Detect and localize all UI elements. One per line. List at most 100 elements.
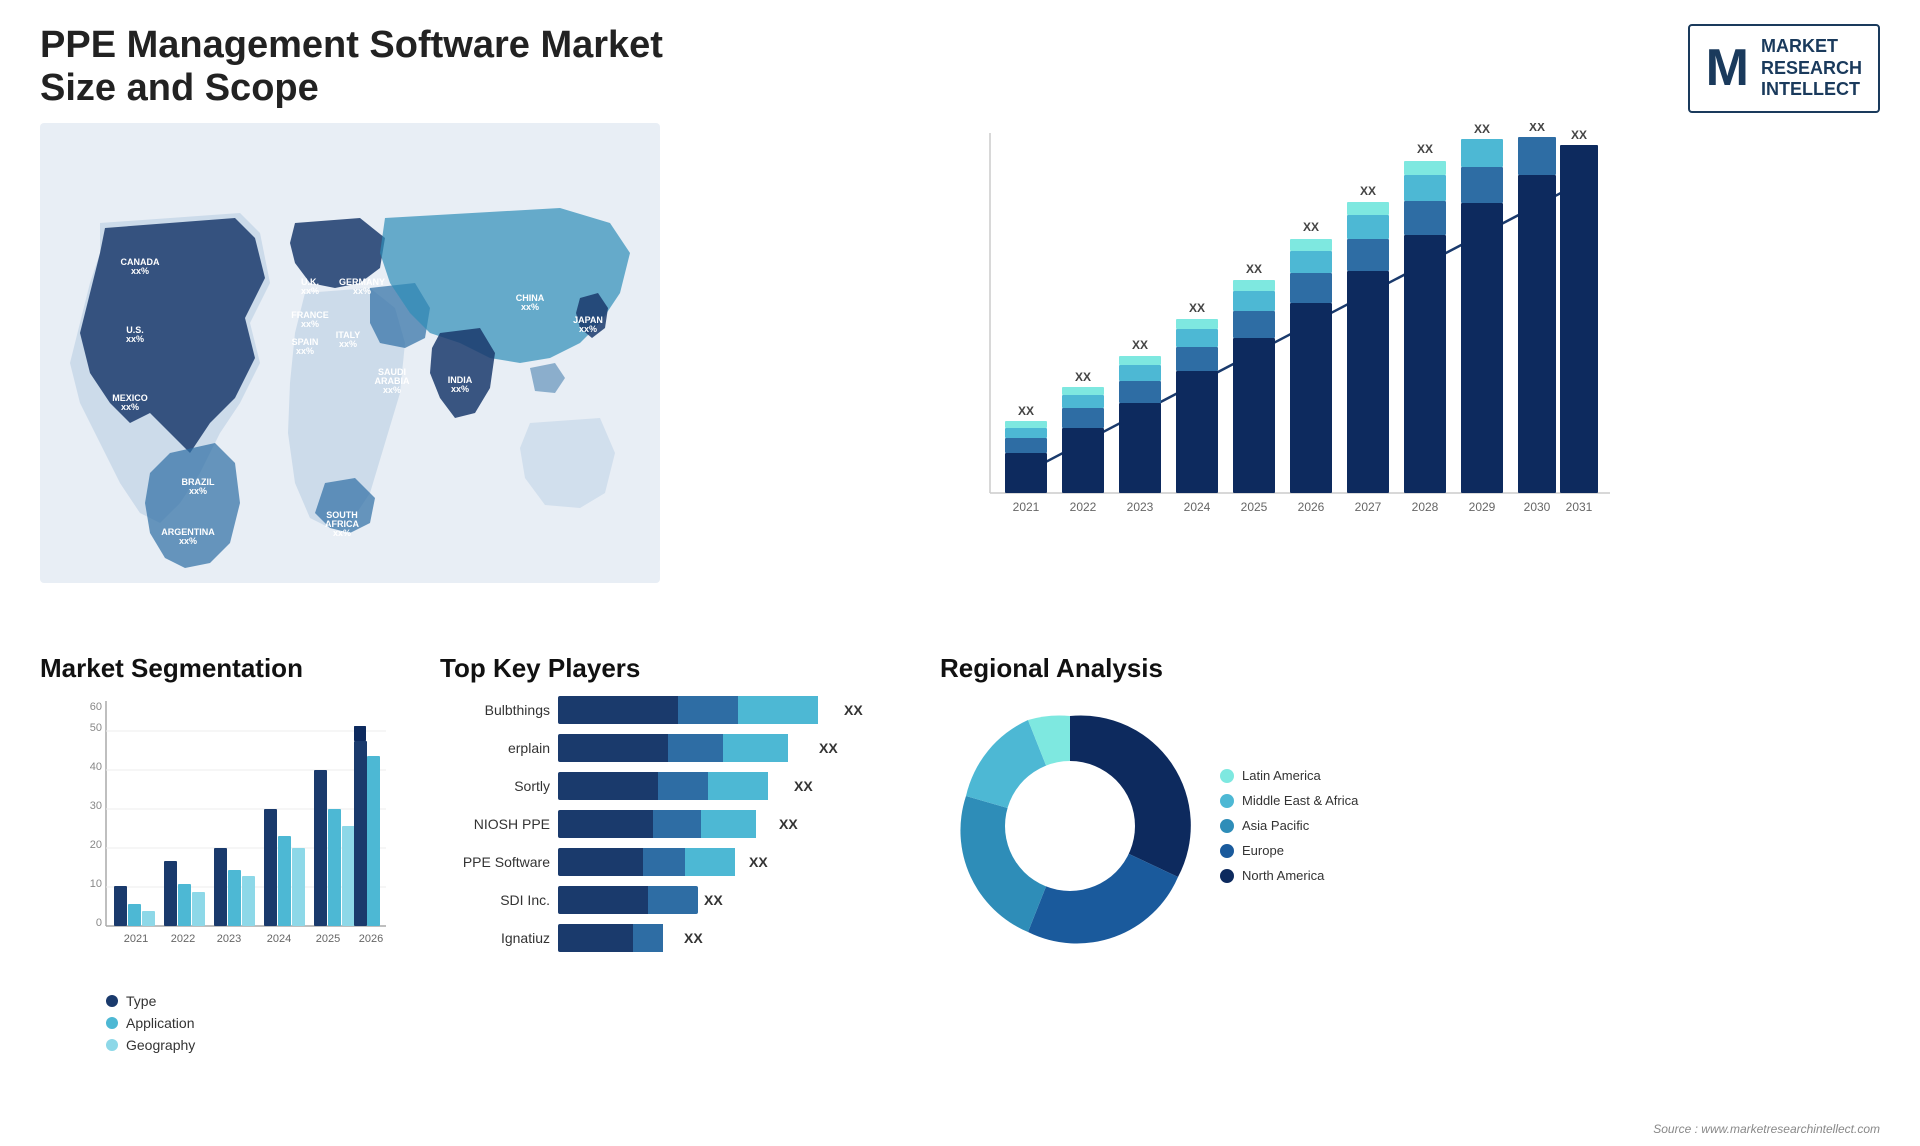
donut-container: Latin America Middle East & Africa Asia … — [940, 696, 1880, 956]
svg-text:2026: 2026 — [1298, 500, 1325, 514]
svg-text:50: 50 — [90, 722, 102, 734]
reg-legend-na: North America — [1220, 868, 1358, 883]
svg-text:30: 30 — [90, 800, 102, 812]
svg-text:xx%: xx% — [301, 319, 319, 329]
player-bar — [558, 924, 678, 952]
svg-text:2022: 2022 — [171, 933, 195, 945]
svg-text:xx%: xx% — [333, 528, 351, 538]
svg-text:xx%: xx% — [383, 385, 401, 395]
svg-text:xx%: xx% — [451, 384, 469, 394]
player-bar — [558, 696, 838, 724]
reg-legend-latin: Latin America — [1220, 768, 1358, 783]
svg-text:2029: 2029 — [1469, 500, 1496, 514]
svg-text:2021: 2021 — [124, 933, 148, 945]
regional-title: Regional Analysis — [940, 653, 1880, 684]
svg-text:xx%: xx% — [339, 339, 357, 349]
map-section: CANADA xx% U.S. xx% MEXICO xx% BRAZIL xx… — [40, 123, 700, 643]
segmentation-chart: 0 10 20 30 40 50 60 2021 — [76, 696, 396, 976]
type-dot — [106, 995, 118, 1007]
svg-text:XX: XX — [1360, 184, 1376, 198]
svg-text:40: 40 — [90, 761, 102, 773]
chart-section: XX 2021 XX 2022 XX 2023 — [700, 123, 1880, 643]
player-row: PPE Software XX — [440, 848, 920, 876]
regional-section: Regional Analysis Latin Ame — [940, 653, 1880, 1093]
world-map: CANADA xx% U.S. xx% MEXICO xx% BRAZIL xx… — [40, 123, 660, 583]
growth-chart: XX 2021 XX 2022 XX 2023 — [720, 123, 1860, 563]
player-row: SDI Inc. XX — [440, 886, 920, 914]
svg-text:xx%: xx% — [521, 302, 539, 312]
svg-text:60: 60 — [90, 701, 102, 713]
svg-text:XX: XX — [1246, 262, 1262, 276]
svg-text:2025: 2025 — [1241, 500, 1268, 514]
players-title: Top Key Players — [440, 653, 920, 684]
player-row: Bulbthings XX — [440, 696, 920, 724]
player-bar — [558, 810, 773, 838]
logo-text: MARKET RESEARCH INTELLECT — [1761, 36, 1862, 101]
player-bar — [558, 772, 788, 800]
svg-text:XX: XX — [1303, 220, 1319, 234]
reg-legend-europe: Europe — [1220, 843, 1358, 858]
svg-text:2027: 2027 — [1355, 500, 1382, 514]
svg-text:xx%: xx% — [126, 334, 144, 344]
svg-text:2023: 2023 — [1127, 500, 1154, 514]
main-content: CANADA xx% U.S. xx% MEXICO xx% BRAZIL xx… — [0, 123, 1920, 643]
players-list: Bulbthings XX erplain — [440, 696, 920, 952]
svg-text:xx%: xx% — [189, 486, 207, 496]
player-bar — [558, 848, 743, 876]
svg-text:2021: 2021 — [1013, 500, 1040, 514]
player-row: Sortly XX — [440, 772, 920, 800]
player-row: erplain XX — [440, 734, 920, 762]
player-row: NIOSH PPE XX — [440, 810, 920, 838]
svg-text:2024: 2024 — [267, 933, 291, 945]
donut-chart — [940, 696, 1200, 956]
player-bar — [558, 886, 698, 914]
svg-text:XX: XX — [1132, 338, 1148, 352]
svg-text:xx%: xx% — [121, 402, 139, 412]
players-section: Top Key Players Bulbthings XX erplain — [440, 653, 920, 1093]
player-row: Ignatiuz XX — [440, 924, 920, 952]
svg-text:XX: XX — [1189, 301, 1205, 315]
svg-text:xx%: xx% — [301, 286, 319, 296]
svg-text:2023: 2023 — [217, 933, 241, 945]
svg-text:2031: 2031 — [1566, 500, 1593, 514]
svg-text:XX: XX — [1018, 404, 1034, 418]
segmentation-legend: Type Application Geography — [106, 993, 420, 1053]
segmentation-section: Market Segmentation 0 10 20 30 40 50 60 — [40, 653, 420, 1093]
svg-text:XX: XX — [1075, 370, 1091, 384]
reg-legend-mea: Middle East & Africa — [1220, 793, 1358, 808]
legend-type: Type — [106, 993, 420, 1009]
svg-text:2025: 2025 — [316, 933, 340, 945]
page-title: PPE Management Software Market Size and … — [40, 24, 740, 110]
svg-text:0: 0 — [96, 917, 102, 929]
regional-legend: Latin America Middle East & Africa Asia … — [1220, 768, 1358, 883]
svg-text:2024: 2024 — [1184, 500, 1211, 514]
legend-application: Application — [106, 1015, 420, 1031]
svg-text:XX: XX — [1571, 128, 1587, 142]
svg-text:XX: XX — [1417, 142, 1433, 156]
svg-text:2028: 2028 — [1412, 500, 1439, 514]
header: PPE Management Software Market Size and … — [0, 0, 1920, 123]
application-dot — [106, 1017, 118, 1029]
logo-letter: M — [1706, 42, 1749, 94]
svg-text:2026: 2026 — [359, 933, 383, 945]
svg-text:xx%: xx% — [296, 346, 314, 356]
legend-geography: Geography — [106, 1037, 420, 1053]
svg-text:2030: 2030 — [1524, 500, 1551, 514]
svg-text:xx%: xx% — [179, 536, 197, 546]
source-text: Source : www.marketresearchintellect.com — [1653, 1122, 1880, 1136]
svg-text:XX: XX — [1529, 123, 1545, 134]
segmentation-title: Market Segmentation — [40, 653, 420, 684]
svg-text:xx%: xx% — [353, 286, 371, 296]
growth-chart-svg: XX 2021 XX 2022 XX 2023 — [720, 123, 1860, 553]
reg-legend-asia: Asia Pacific — [1220, 818, 1358, 833]
logo: M MARKET RESEARCH INTELLECT — [1688, 24, 1880, 113]
svg-text:xx%: xx% — [131, 266, 149, 276]
svg-text:20: 20 — [90, 839, 102, 851]
svg-text:XX: XX — [1474, 123, 1490, 136]
geography-dot — [106, 1039, 118, 1051]
bottom-section: Market Segmentation 0 10 20 30 40 50 60 — [0, 643, 1920, 1103]
svg-text:xx%: xx% — [579, 324, 597, 334]
player-bar — [558, 734, 813, 762]
svg-text:2022: 2022 — [1070, 500, 1097, 514]
svg-text:10: 10 — [90, 878, 102, 890]
